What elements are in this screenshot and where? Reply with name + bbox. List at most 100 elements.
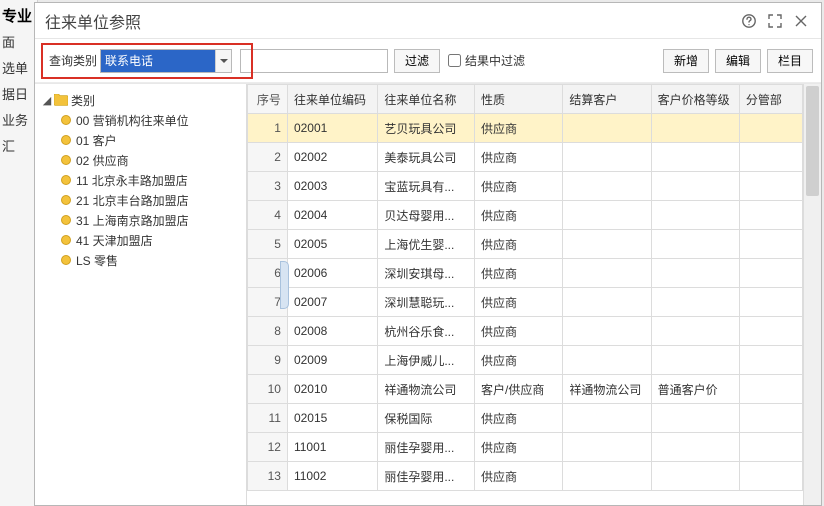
cell-code: 02015 xyxy=(287,404,377,433)
tree-item-LS[interactable]: LS 零售 xyxy=(61,250,246,270)
cell-mgr xyxy=(739,259,802,288)
col-type[interactable]: 性质 xyxy=(475,85,563,114)
cell-name: 祥通物流公司 xyxy=(378,375,475,404)
table-row[interactable]: 902009上海伊威儿...供应商 xyxy=(248,346,803,375)
cell-name: 上海优生婴... xyxy=(378,230,475,259)
filter-in-result-label: 结果中过滤 xyxy=(465,52,525,69)
cell-type: 供应商 xyxy=(475,143,563,172)
cell-settle xyxy=(563,114,651,143)
cell-mgr xyxy=(739,288,802,317)
cell-type: 供应商 xyxy=(475,462,563,491)
cell-name: 保税国际 xyxy=(378,404,475,433)
cell-price xyxy=(651,404,739,433)
cell-type: 供应商 xyxy=(475,288,563,317)
cell-name: 杭州谷乐食... xyxy=(378,317,475,346)
tree-item-11[interactable]: 11 北京永丰路加盟店 xyxy=(61,170,246,190)
cell-code: 02006 xyxy=(287,259,377,288)
tree-item-00[interactable]: 00 营销机构往来单位 xyxy=(61,110,246,130)
cell-code: 02002 xyxy=(287,143,377,172)
table-row[interactable]: 402004贝达母婴用...供应商 xyxy=(248,201,803,230)
cell-name: 宝蓝玩具有... xyxy=(378,172,475,201)
cell-code: 02005 xyxy=(287,230,377,259)
cell-idx: 3 xyxy=(248,172,288,201)
cell-name: 深圳慧聪玩... xyxy=(378,288,475,317)
data-grid: 序号 往来单位编码 往来单位名称 性质 结算客户 客户价格等级 分管部 1020… xyxy=(247,84,821,505)
table-row[interactable]: 302003宝蓝玩具有...供应商 xyxy=(248,172,803,201)
table-row[interactable]: 1311002丽佳孕婴用...供应商 xyxy=(248,462,803,491)
cell-settle xyxy=(563,317,651,346)
vertical-scrollbar[interactable] xyxy=(803,84,821,505)
table-row[interactable]: 202002美泰玩具公司供应商 xyxy=(248,143,803,172)
cell-settle xyxy=(563,143,651,172)
search-type-combo[interactable] xyxy=(100,49,232,73)
table-row[interactable]: 602006深圳安琪母...供应商 xyxy=(248,259,803,288)
col-price[interactable]: 客户价格等级 xyxy=(651,85,739,114)
bg-item: 业务 xyxy=(2,108,35,134)
tree-item-21[interactable]: 21 北京丰台路加盟店 xyxy=(61,190,246,210)
table-row[interactable]: 1002010祥通物流公司客户/供应商祥通物流公司普通客户价 xyxy=(248,375,803,404)
cell-type: 供应商 xyxy=(475,259,563,288)
cell-code: 02003 xyxy=(287,172,377,201)
panel-splitter-handle[interactable] xyxy=(280,261,289,309)
cell-price xyxy=(651,114,739,143)
table-row[interactable]: 502005上海优生婴...供应商 xyxy=(248,230,803,259)
tree-item-02[interactable]: 02 供应商 xyxy=(61,150,246,170)
cell-name: 上海伊威儿... xyxy=(378,346,475,375)
dialog-toolbar: 查询类别 过滤 结果中过滤 新增 编辑 栏目 xyxy=(35,39,821,83)
background-left-panel: 专业 面 选单 据日 业务 汇 xyxy=(0,0,38,506)
tree-item-01[interactable]: 01 客户 xyxy=(61,130,246,150)
cell-price xyxy=(651,259,739,288)
col-mgr[interactable]: 分管部 xyxy=(739,85,802,114)
cell-mgr xyxy=(739,346,802,375)
cell-mgr xyxy=(739,404,802,433)
filter-in-result-checkbox[interactable]: 结果中过滤 xyxy=(448,52,525,69)
bullet-icon xyxy=(61,135,71,145)
cell-type: 供应商 xyxy=(475,201,563,230)
columns-button[interactable]: 栏目 xyxy=(767,49,813,73)
filter-button[interactable]: 过滤 xyxy=(394,49,440,73)
cell-price xyxy=(651,230,739,259)
cell-name: 贝达母婴用... xyxy=(378,201,475,230)
cell-price: 普通客户价 xyxy=(651,375,739,404)
cell-type: 客户/供应商 xyxy=(475,375,563,404)
table-row[interactable]: 1102015保税国际供应商 xyxy=(248,404,803,433)
search-type-input[interactable] xyxy=(101,50,231,72)
cell-idx: 13 xyxy=(248,462,288,491)
table-row[interactable]: 702007深圳慧聪玩...供应商 xyxy=(248,288,803,317)
tree-root[interactable]: ◢ 类别 xyxy=(39,90,246,110)
table-row[interactable]: 1211001丽佳孕婴用...供应商 xyxy=(248,433,803,462)
cell-name: 美泰玩具公司 xyxy=(378,143,475,172)
tree-item-31[interactable]: 31 上海南京路加盟店 xyxy=(61,210,246,230)
cell-idx: 9 xyxy=(248,346,288,375)
collapse-icon[interactable]: ◢ xyxy=(41,94,53,107)
cell-name: 深圳安琪母... xyxy=(378,259,475,288)
tree-item-label: 02 供应商 xyxy=(76,152,129,169)
cell-code: 02004 xyxy=(287,201,377,230)
col-index[interactable]: 序号 xyxy=(248,85,288,114)
cell-price xyxy=(651,201,739,230)
tree-item-label: 21 北京丰台路加盟店 xyxy=(76,192,189,209)
close-icon[interactable] xyxy=(791,11,811,31)
cell-settle xyxy=(563,230,651,259)
edit-button[interactable]: 编辑 xyxy=(715,49,761,73)
tree-item-41[interactable]: 41 天津加盟店 xyxy=(61,230,246,250)
cell-price xyxy=(651,462,739,491)
filter-in-result-input[interactable] xyxy=(448,54,461,67)
chevron-down-icon[interactable] xyxy=(215,50,231,72)
cell-name: 丽佳孕婴用... xyxy=(378,433,475,462)
cell-price xyxy=(651,288,739,317)
cell-idx: 11 xyxy=(248,404,288,433)
col-settle[interactable]: 结算客户 xyxy=(563,85,651,114)
maximize-icon[interactable] xyxy=(765,11,785,31)
filter-input[interactable] xyxy=(240,49,388,73)
table-row[interactable]: 802008杭州谷乐食...供应商 xyxy=(248,317,803,346)
folder-icon xyxy=(54,94,68,106)
new-button[interactable]: 新增 xyxy=(663,49,709,73)
col-code[interactable]: 往来单位编码 xyxy=(287,85,377,114)
table-row[interactable]: 102001艺贝玩具公司供应商 xyxy=(248,114,803,143)
cell-mgr xyxy=(739,317,802,346)
scrollbar-thumb[interactable] xyxy=(806,86,819,196)
col-name[interactable]: 往来单位名称 xyxy=(378,85,475,114)
help-icon[interactable] xyxy=(739,11,759,31)
cell-idx: 1 xyxy=(248,114,288,143)
